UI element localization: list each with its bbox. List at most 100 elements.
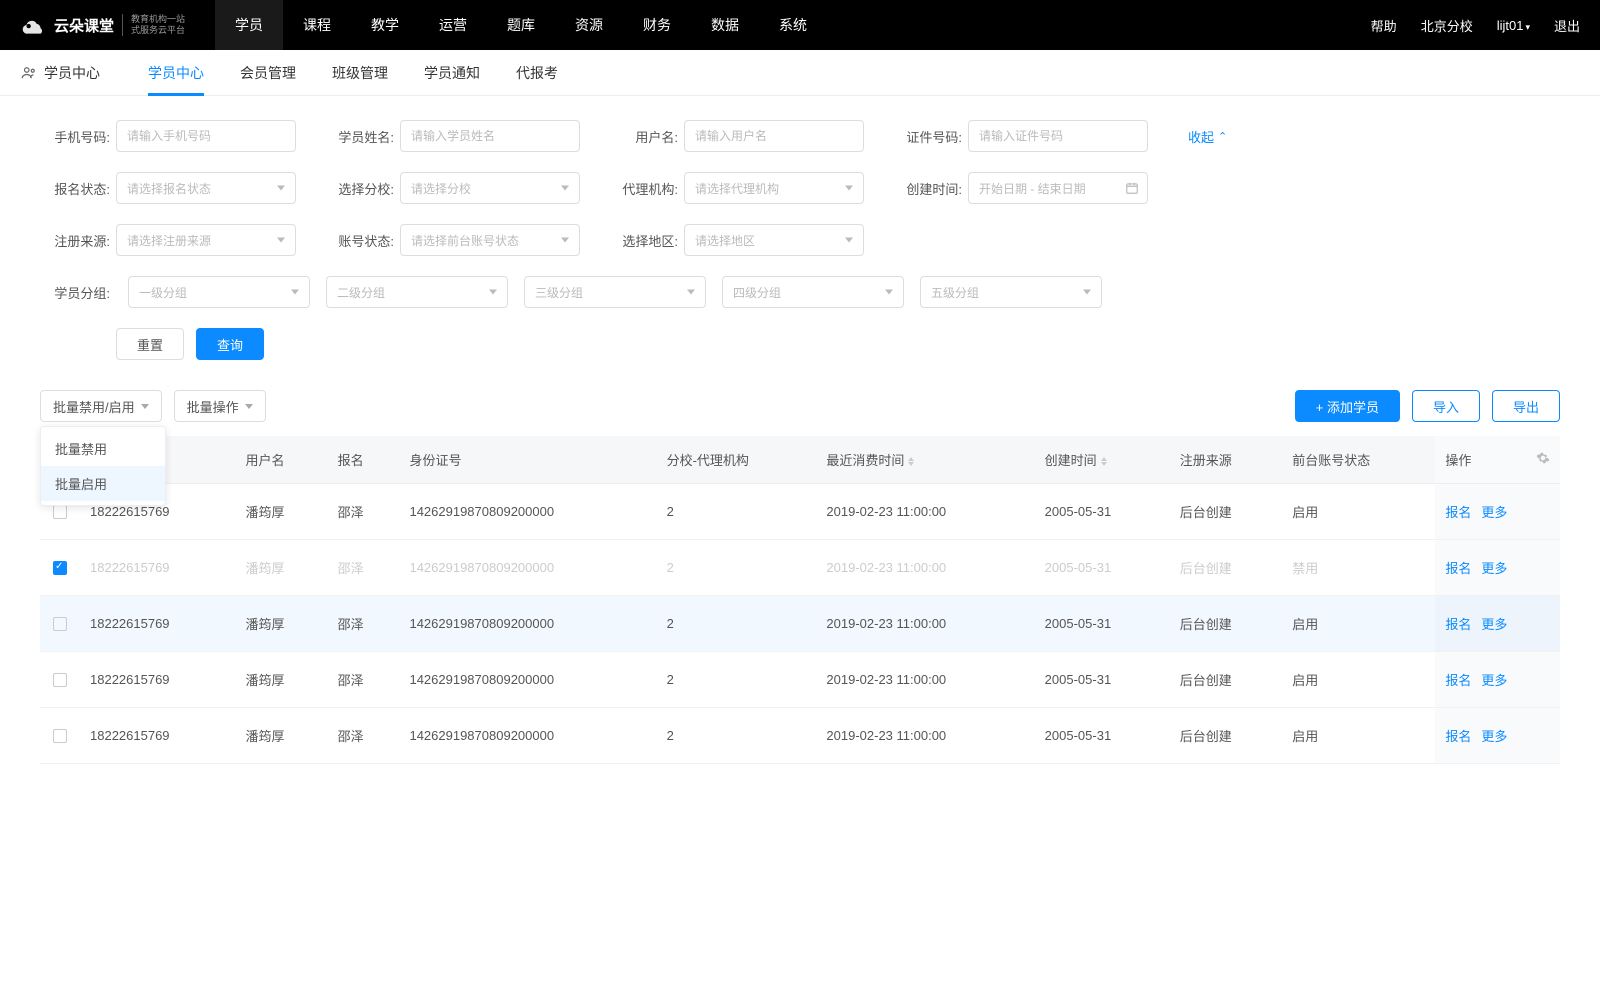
nav-item-7[interactable]: 数据 xyxy=(691,0,759,50)
batch-enable-item[interactable]: 批量启用 xyxy=(41,466,165,501)
branch-link[interactable]: 北京分校 xyxy=(1421,16,1473,35)
agency-select[interactable]: 请选择代理机构 xyxy=(684,172,864,204)
sub-nav-item-4[interactable]: 代报考 xyxy=(516,50,558,96)
row-enroll-link[interactable]: 报名 xyxy=(1445,673,1471,688)
cell-reg-source: 后台创建 xyxy=(1170,652,1282,708)
col-create-time[interactable]: 创建时间 xyxy=(1035,436,1170,484)
sub-nav-item-1[interactable]: 会员管理 xyxy=(240,50,296,96)
logout-link[interactable]: 退出 xyxy=(1554,16,1580,35)
sub-nav-item-0[interactable]: 学员中心 xyxy=(148,50,204,96)
logo[interactable]: 云朵课堂 教育机构一站式服务云平台 xyxy=(20,12,185,38)
cell-create-time: 2005-05-31 xyxy=(1035,596,1170,652)
help-link[interactable]: 帮助 xyxy=(1371,16,1397,35)
nav-item-6[interactable]: 财务 xyxy=(623,0,691,50)
group-select-3[interactable]: 三级分组 xyxy=(524,276,706,308)
import-button[interactable]: 导入 xyxy=(1412,390,1480,422)
row-enroll-link[interactable]: 报名 xyxy=(1445,561,1471,576)
sub-nav-item-3[interactable]: 学员通知 xyxy=(424,50,480,96)
col-acct-status: 前台账号状态 xyxy=(1282,436,1435,484)
group-select-5[interactable]: 五级分组 xyxy=(920,276,1102,308)
create-time-range[interactable]: 开始日期 - 结束日期 xyxy=(968,172,1148,204)
cell-status: 启用 xyxy=(1282,652,1435,708)
col-enroll: 报名 xyxy=(328,436,400,484)
enroll-status-select[interactable]: 请选择报名状态 xyxy=(116,172,296,204)
col-last-consume[interactable]: 最近消费时间 xyxy=(816,436,1034,484)
username-input[interactable] xyxy=(684,120,864,152)
cell-actions: 报名更多 xyxy=(1435,708,1560,764)
calendar-icon xyxy=(1125,181,1139,195)
branch-select[interactable]: 请选择分校 xyxy=(400,172,580,204)
filter-area: 手机号码: 学员姓名: 用户名: 证件号码: 收起 报名状态:请选择报名状态 选… xyxy=(0,96,1600,370)
search-button[interactable]: 查询 xyxy=(196,328,264,360)
group-label: 学员分组: xyxy=(40,283,110,302)
nav-item-0[interactable]: 学员 xyxy=(215,0,283,50)
cell-username: 潘筠厚 xyxy=(235,652,327,708)
nav-item-5[interactable]: 资源 xyxy=(555,0,623,50)
create-time-label: 创建时间: xyxy=(892,179,962,198)
col-username: 用户名 xyxy=(235,436,327,484)
batch-ops-button[interactable]: 批量操作 xyxy=(174,390,266,422)
row-enroll-link[interactable]: 报名 xyxy=(1445,617,1471,632)
batch-disable-item[interactable]: 批量禁用 xyxy=(41,431,165,466)
cell-create-time: 2005-05-31 xyxy=(1035,652,1170,708)
cell-username: 潘筠厚 xyxy=(235,708,327,764)
cell-actions: 报名更多 xyxy=(1435,484,1560,540)
batch-toggle-button[interactable]: 批量禁用/启用 xyxy=(40,390,162,422)
cell-last-consume: 2019-02-23 11:00:00 xyxy=(816,484,1034,540)
reset-button[interactable]: 重置 xyxy=(116,328,184,360)
sub-nav-item-2[interactable]: 班级管理 xyxy=(332,50,388,96)
row-more-link[interactable]: 更多 xyxy=(1481,617,1507,632)
nav-item-4[interactable]: 题库 xyxy=(487,0,555,50)
row-more-link[interactable]: 更多 xyxy=(1481,673,1507,688)
row-more-link[interactable]: 更多 xyxy=(1481,505,1507,520)
row-checkbox[interactable] xyxy=(53,561,67,575)
collapse-link[interactable]: 收起 xyxy=(1188,120,1227,152)
reg-source-select[interactable]: 请选择注册来源 xyxy=(116,224,296,256)
cell-branch: 2 xyxy=(657,596,817,652)
row-more-link[interactable]: 更多 xyxy=(1481,729,1507,744)
logo-subtitle: 教育机构一站式服务云平台 xyxy=(122,14,185,36)
row-checkbox[interactable] xyxy=(53,505,67,519)
nav-right: 帮助 北京分校 lijt01 退出 xyxy=(1371,16,1580,35)
cell-phone: 18222615769 xyxy=(80,708,235,764)
cell-status: 启用 xyxy=(1282,708,1435,764)
table-header-row: 手机号码 用户名 报名 身份证号 分校-代理机构 最近消费时间 创建时间 注册来… xyxy=(40,436,1560,484)
row-more-link[interactable]: 更多 xyxy=(1481,561,1507,576)
agency-label: 代理机构: xyxy=(608,179,678,198)
nav-item-2[interactable]: 教学 xyxy=(351,0,419,50)
phone-input[interactable] xyxy=(116,120,296,152)
sort-icon xyxy=(908,457,914,466)
acct-status-select[interactable]: 请选择前台账号状态 xyxy=(400,224,580,256)
cell-reg-source: 后台创建 xyxy=(1170,484,1282,540)
row-enroll-link[interactable]: 报名 xyxy=(1445,505,1471,520)
row-checkbox[interactable] xyxy=(53,617,67,631)
cell-actions: 报名更多 xyxy=(1435,596,1560,652)
group-select-2[interactable]: 二级分组 xyxy=(326,276,508,308)
cell-enroll: 邵泽 xyxy=(328,708,400,764)
export-button[interactable]: 导出 xyxy=(1492,390,1560,422)
cell-reg-source: 后台创建 xyxy=(1170,708,1282,764)
name-label: 学员姓名: xyxy=(324,127,394,146)
group-select-1[interactable]: 一级分组 xyxy=(128,276,310,308)
batch-toggle-menu: 批量禁用 批量启用 xyxy=(40,426,166,506)
idno-input[interactable] xyxy=(968,120,1148,152)
cell-status: 启用 xyxy=(1282,596,1435,652)
nav-item-3[interactable]: 运营 xyxy=(419,0,487,50)
group-select-4[interactable]: 四级分组 xyxy=(722,276,904,308)
cell-idno: 14262919870809200000 xyxy=(399,484,656,540)
cell-status: 禁用 xyxy=(1282,540,1435,596)
nav-item-1[interactable]: 课程 xyxy=(283,0,351,50)
row-enroll-link[interactable]: 报名 xyxy=(1445,729,1471,744)
name-input[interactable] xyxy=(400,120,580,152)
user-menu[interactable]: lijt01 xyxy=(1497,18,1530,33)
cell-phone: 18222615769 xyxy=(80,540,235,596)
add-student-button[interactable]: + 添加学员 xyxy=(1295,390,1400,422)
row-checkbox[interactable] xyxy=(53,673,67,687)
row-checkbox[interactable] xyxy=(53,729,67,743)
cell-phone: 18222615769 xyxy=(80,652,235,708)
col-idno: 身份证号 xyxy=(399,436,656,484)
region-select[interactable]: 请选择地区 xyxy=(684,224,864,256)
nav-item-8[interactable]: 系统 xyxy=(759,0,827,50)
cell-idno: 14262919870809200000 xyxy=(399,540,656,596)
gear-icon[interactable] xyxy=(1536,451,1550,465)
